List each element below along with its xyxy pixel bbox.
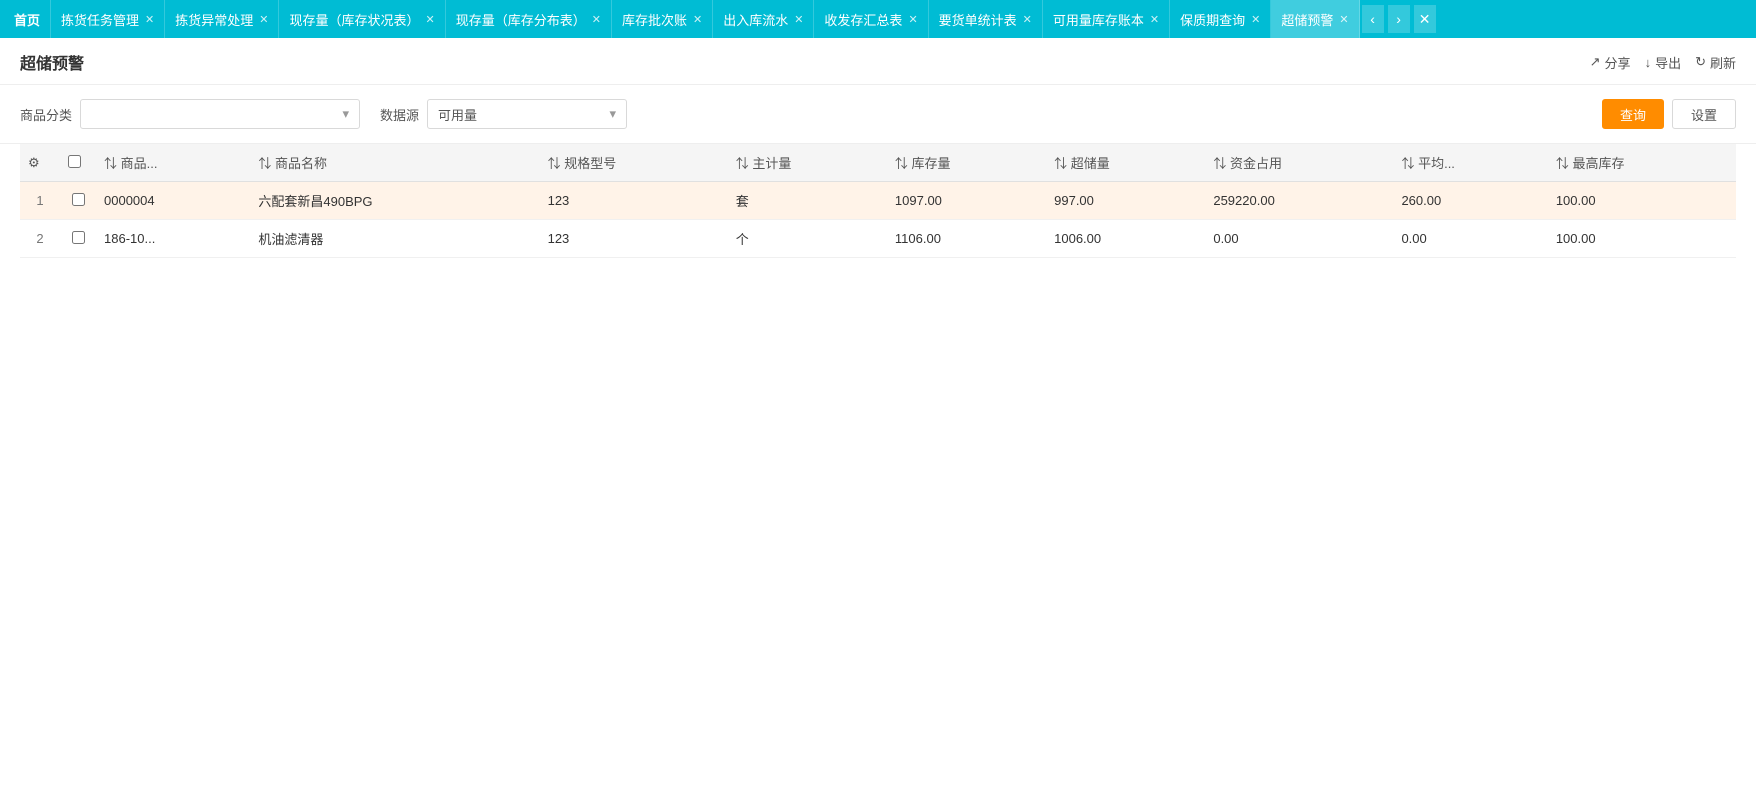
product-unit: 套: [728, 182, 887, 220]
select-all-checkbox[interactable]: [68, 155, 81, 168]
table-row: 2 186-10... 机油滤清器 123 个 1106.00 1006.00 …: [20, 220, 1736, 258]
main-table: ⚙ ⇅ 商品... ⇅ 商品名称 ⇅ 规格型号: [20, 144, 1736, 258]
tab-jianhuorenwuguanli[interactable]: 拣货任务管理 ✕: [51, 0, 165, 38]
filter-buttons: 查询 设置: [1602, 99, 1736, 129]
close-icon[interactable]: ✕: [1150, 13, 1159, 26]
product-name: 六配套新昌490BPG: [250, 182, 539, 220]
col-settings[interactable]: ⚙: [20, 144, 60, 182]
close-icon[interactable]: ✕: [259, 13, 268, 26]
row-checkbox-cell[interactable]: [60, 182, 96, 220]
col-stock[interactable]: ⇅ 库存量: [887, 144, 1046, 182]
filter-bar: 商品分类 ▾ 数据源 可用量 ▾ 查询 设置: [0, 85, 1756, 144]
topbar: 首页 拣货任务管理 ✕ 拣货异常处理 ✕ 现存量（库存状况表） ✕ 现存量（库存…: [0, 0, 1756, 38]
refresh-button[interactable]: ↻ 刷新: [1695, 53, 1736, 72]
data-source-select[interactable]: 可用量 ▾: [427, 99, 627, 129]
page-title: 超储预警: [20, 50, 84, 74]
col-max-stock[interactable]: ⇅ 最高库存: [1548, 144, 1736, 182]
over-stock-qty: 1006.00: [1046, 220, 1205, 258]
tab-close-button[interactable]: ✕: [1414, 5, 1436, 33]
filter-product-category: 商品分类 ▾: [20, 99, 360, 129]
export-icon: ↓: [1645, 55, 1652, 70]
tab-chaochuyujing[interactable]: 超储预警 ✕: [1271, 0, 1359, 38]
tab-baozhi[interactable]: 保质期查询 ✕: [1170, 0, 1271, 38]
col-capital[interactable]: ⇅ 资金占用: [1205, 144, 1393, 182]
product-name: 机油滤清器: [250, 220, 539, 258]
col-avg[interactable]: ⇅ 平均...: [1393, 144, 1547, 182]
row-num: 1: [20, 182, 60, 220]
query-button[interactable]: 查询: [1602, 99, 1664, 129]
table-wrap: ⚙ ⇅ 商品... ⇅ 商品名称 ⇅ 规格型号: [0, 144, 1756, 258]
row-checkbox[interactable]: [72, 193, 85, 206]
row-checkbox[interactable]: [72, 231, 85, 244]
product-code: 186-10...: [96, 220, 250, 258]
export-button[interactable]: ↓ 导出: [1645, 53, 1682, 72]
tab-home[interactable]: 首页: [4, 0, 51, 38]
product-category-select[interactable]: ▾: [80, 99, 360, 129]
setting-button[interactable]: 设置: [1672, 99, 1736, 129]
chevron-down-icon: ▾: [342, 106, 349, 122]
max-stock: 100.00: [1548, 220, 1736, 258]
tab-xiancunliang-fenbu[interactable]: 现存量（库存分布表） ✕: [446, 0, 612, 38]
col-product-code[interactable]: ⇅ 商品...: [96, 144, 250, 182]
tab-shoufacunhuizong[interactable]: 收发存汇总表 ✕: [814, 0, 928, 38]
tab-yaohuo[interactable]: 要货单统计表 ✕: [929, 0, 1043, 38]
data-source-value: 可用量: [438, 105, 477, 124]
capital-occupied: 259220.00: [1205, 182, 1393, 220]
avg-value: 0.00: [1393, 220, 1547, 258]
close-icon[interactable]: ✕: [592, 13, 601, 26]
close-icon[interactable]: ✕: [693, 13, 702, 26]
max-stock: 100.00: [1548, 182, 1736, 220]
stock-qty: 1106.00: [887, 220, 1046, 258]
over-stock-qty: 997.00: [1046, 182, 1205, 220]
tab-prev-button[interactable]: ‹: [1362, 5, 1384, 33]
data-source-label: 数据源: [380, 105, 419, 124]
product-unit: 个: [728, 220, 887, 258]
col-checkbox[interactable]: [60, 144, 96, 182]
product-spec: 123: [540, 220, 728, 258]
col-unit[interactable]: ⇅ 主计量: [728, 144, 887, 182]
table-row: 1 0000004 六配套新昌490BPG 123 套 1097.00 997.…: [20, 182, 1736, 220]
tab-churukuliushui[interactable]: 出入库流水 ✕: [713, 0, 814, 38]
share-button[interactable]: ↗ 分享: [1590, 53, 1631, 72]
filter-data-source: 数据源 可用量 ▾: [380, 99, 627, 129]
tab-keyongliang[interactable]: 可用量库存账本 ✕: [1043, 0, 1170, 38]
stock-qty: 1097.00: [887, 182, 1046, 220]
close-icon[interactable]: ✕: [1023, 13, 1032, 26]
tab-xiancunliang-kucun[interactable]: 现存量（库存状况表） ✕: [279, 0, 445, 38]
tab-kucunpicizhhang[interactable]: 库存批次账 ✕: [612, 0, 713, 38]
col-over-stock[interactable]: ⇅ 超储量: [1046, 144, 1205, 182]
refresh-icon: ↻: [1695, 54, 1706, 70]
close-icon[interactable]: ✕: [908, 13, 917, 26]
close-icon[interactable]: ✕: [1251, 13, 1260, 26]
capital-occupied: 0.00: [1205, 220, 1393, 258]
product-category-label: 商品分类: [20, 105, 72, 124]
header-actions: ↗ 分享 ↓ 导出 ↻ 刷新: [1590, 53, 1736, 72]
close-icon[interactable]: ✕: [794, 13, 803, 26]
close-icon[interactable]: ✕: [426, 13, 435, 26]
page-content: 超储预警 ↗ 分享 ↓ 导出 ↻ 刷新 商品分类 ▾ 数据源: [0, 38, 1756, 800]
tab-next-button[interactable]: ›: [1388, 5, 1410, 33]
product-code: 0000004: [96, 182, 250, 220]
col-product-name[interactable]: ⇅ 商品名称: [250, 144, 539, 182]
close-icon[interactable]: ✕: [145, 13, 154, 26]
chevron-down-icon: ▾: [610, 106, 617, 122]
row-num: 2: [20, 220, 60, 258]
product-spec: 123: [540, 182, 728, 220]
table-header-row: ⚙ ⇅ 商品... ⇅ 商品名称 ⇅ 规格型号: [20, 144, 1736, 182]
gear-icon: ⚙: [28, 155, 40, 170]
avg-value: 260.00: [1393, 182, 1547, 220]
tab-jianhuoyichangchuli[interactable]: 拣货异常处理 ✕: [165, 0, 279, 38]
share-icon: ↗: [1590, 54, 1601, 70]
page-header: 超储预警 ↗ 分享 ↓ 导出 ↻ 刷新: [0, 38, 1756, 85]
row-checkbox-cell[interactable]: [60, 220, 96, 258]
close-icon[interactable]: ✕: [1339, 13, 1348, 26]
col-spec[interactable]: ⇅ 规格型号: [540, 144, 728, 182]
